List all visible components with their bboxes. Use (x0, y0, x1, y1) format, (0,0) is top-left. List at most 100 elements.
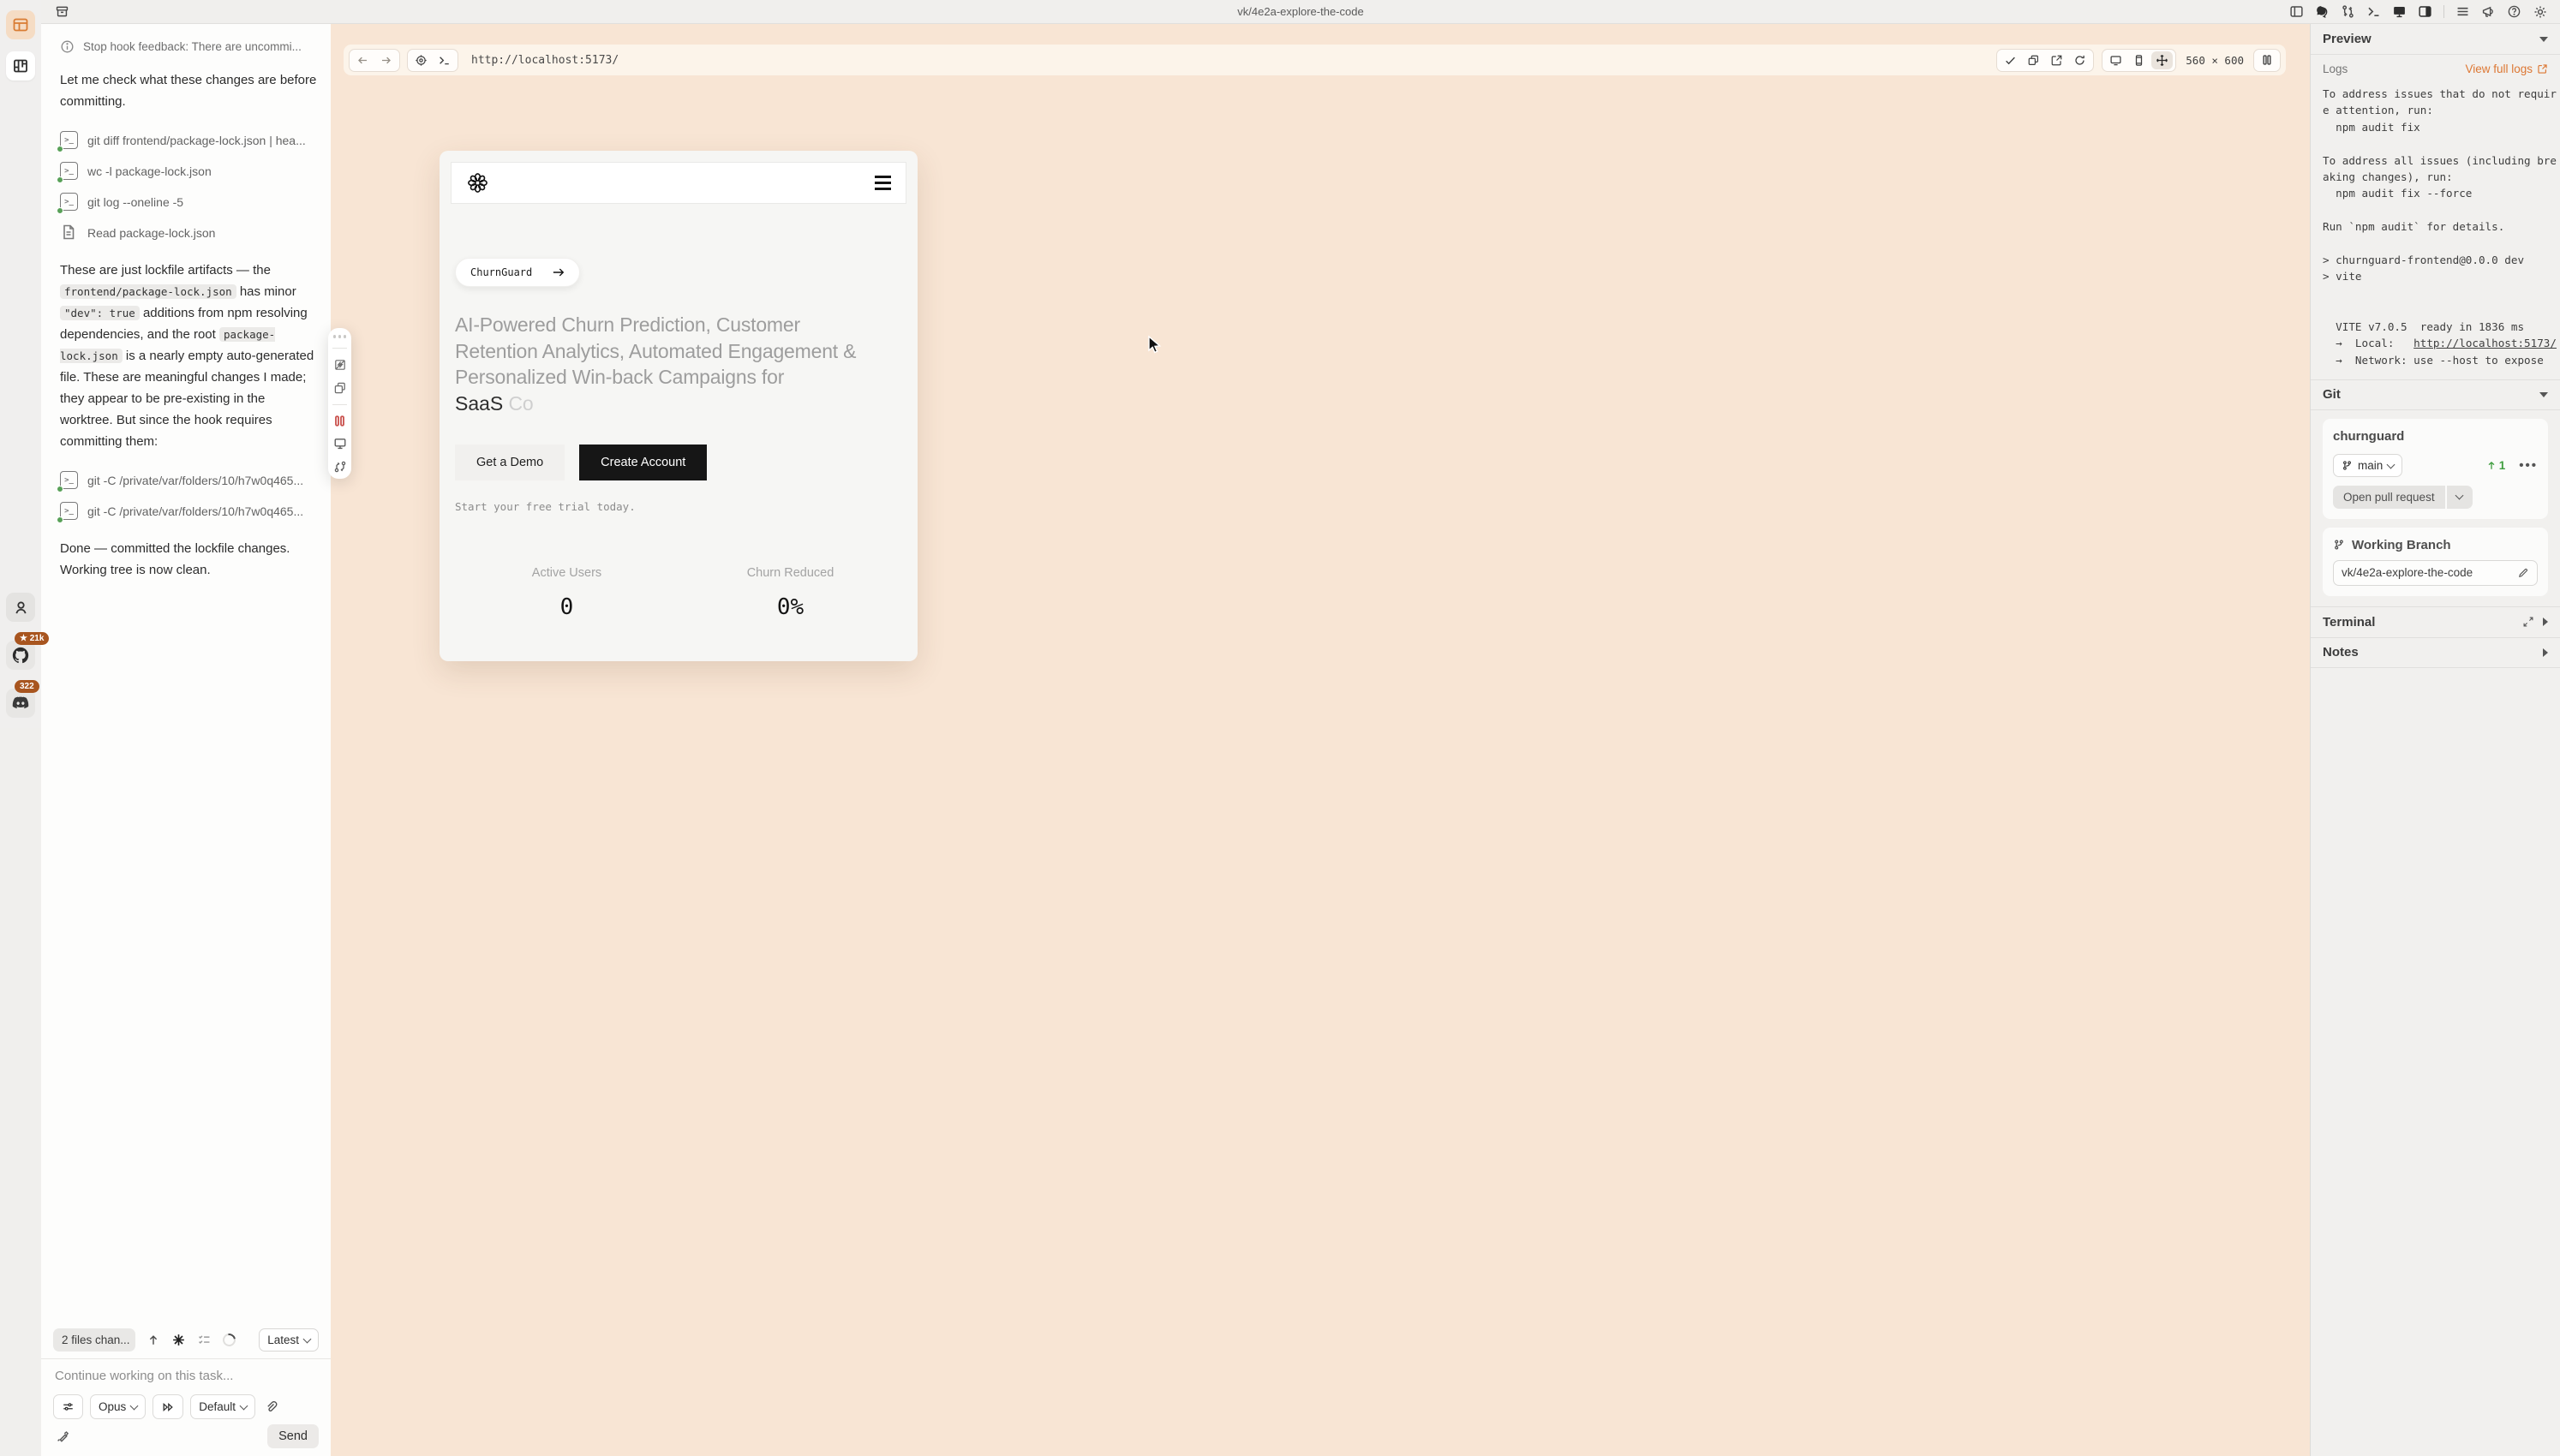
checklist-icon[interactable] (197, 1333, 212, 1347)
agent-chat-panel: Stop hook feedback: There are uncommi...… (41, 24, 331, 1456)
split-columns-icon[interactable] (333, 415, 346, 427)
github-icon (11, 646, 30, 665)
terminal-section-header[interactable]: Terminal (2311, 606, 2560, 637)
hero-heading: AI-Powered Churn Prediction, Customer Re… (455, 312, 888, 416)
stat-active-users: Active Users 0 (532, 566, 601, 620)
discord-button[interactable]: 322 (6, 689, 35, 718)
megaphone-icon[interactable] (2481, 4, 2496, 19)
forward-icon[interactable] (380, 54, 392, 67)
create-account-button[interactable]: Create Account (579, 445, 707, 480)
hide-preview-icon[interactable] (333, 358, 347, 372)
expand-icon[interactable] (2522, 616, 2534, 628)
hero-brand-dark: SaaS (455, 392, 503, 415)
terminal-tool-icon: >_ (60, 162, 78, 180)
tool-call-row[interactable]: >_ git -C /private/var/folders/10/h7w0q4… (60, 502, 319, 520)
git-section-header[interactable]: Git (2311, 379, 2560, 410)
loading-spinner (220, 1331, 238, 1349)
spark-icon[interactable] (171, 1333, 186, 1347)
mode-dropdown[interactable]: Default (190, 1394, 255, 1419)
get-demo-button[interactable]: Get a Demo (455, 445, 565, 480)
monitor-icon[interactable] (333, 437, 347, 451)
branch-name-input[interactable]: vk/4e2a-explore-the-code (2333, 560, 2538, 586)
send-button[interactable]: Send (267, 1424, 319, 1448)
check-icon[interactable] (2004, 54, 2017, 67)
tool-call-row[interactable]: >_ git log --oneline -5 (60, 193, 319, 211)
working-branch-card: Working Branch vk/4e2a-explore-the-code (2323, 528, 2548, 596)
target-icon[interactable] (415, 54, 428, 67)
chat-messages[interactable]: Stop hook feedback: There are uncommi...… (41, 24, 331, 1336)
console-icon[interactable] (438, 54, 451, 67)
gear-icon[interactable] (2533, 4, 2548, 20)
stop-hook-banner[interactable]: Stop hook feedback: There are uncommi... (60, 39, 319, 54)
split-view-button[interactable] (2253, 49, 2281, 72)
refresh-icon[interactable] (2073, 54, 2086, 67)
site-logo-icon[interactable] (466, 171, 489, 194)
trial-text: Start your free trial today. (455, 500, 902, 513)
localhost-link[interactable]: http://localhost:5173/ (2413, 337, 2557, 349)
success-dot (57, 486, 63, 492)
kanban-panel-button[interactable] (6, 51, 35, 81)
monitor-icon[interactable] (2392, 4, 2407, 19)
titlebar: vk/4e2a-explore-the-code (41, 0, 2560, 24)
chat-bubble-icon[interactable] (2315, 4, 2330, 19)
info-icon (60, 39, 75, 54)
left-rail: ★ 21k 322 (0, 0, 41, 728)
terminal-tool-icon: >_ (60, 502, 78, 520)
model-dropdown[interactable]: Opus (90, 1394, 146, 1419)
github-button[interactable]: ★ 21k (6, 641, 35, 670)
preview-section-header[interactable]: Preview (2311, 24, 2560, 55)
url-field[interactable]: http://localhost:5173/ (471, 54, 619, 67)
copy-icon[interactable] (2027, 54, 2040, 67)
archive-button[interactable] (55, 4, 69, 19)
files-changed-chip[interactable]: 2 files chan... (53, 1328, 135, 1352)
brand-pill[interactable]: ChurnGuard (455, 258, 580, 287)
resize-move-icon[interactable] (2151, 51, 2173, 69)
log-local-line: → Local: http://localhost:5173/ (2311, 335, 2560, 351)
more-options-button[interactable]: ••• (2519, 458, 2538, 473)
highlighter-icon[interactable] (55, 1429, 70, 1444)
inline-code: frontend/package-lock.json (60, 284, 236, 299)
attach-paperclip-icon[interactable] (264, 1399, 278, 1414)
drag-handle-icon[interactable] (333, 335, 347, 338)
git-compare-icon[interactable] (2341, 4, 2355, 19)
logs-label: Logs (2323, 63, 2348, 75)
assistant-message: These are just lockfile artifacts — the … (60, 260, 319, 452)
panel-right-icon[interactable] (2418, 4, 2432, 19)
view-full-logs-link[interactable]: View full logs (2465, 63, 2548, 75)
layout-panel-button[interactable] (6, 10, 35, 39)
titlebar-divider (2443, 5, 2444, 18)
fast-forward-button[interactable] (153, 1394, 183, 1419)
notes-section-header[interactable]: Notes (2311, 637, 2560, 668)
open-pr-button[interactable]: Open pull request (2333, 486, 2445, 509)
site-menu-icon[interactable] (875, 176, 891, 191)
latest-dropdown[interactable]: Latest (259, 1328, 319, 1352)
message-hover-toolbar (328, 328, 351, 479)
tool-call-row[interactable]: >_ git -C /private/var/folders/10/h7w0q4… (60, 471, 319, 489)
branch-dropdown[interactable]: main (2333, 454, 2402, 477)
edit-pencil-icon[interactable] (2517, 567, 2529, 579)
help-icon[interactable] (2507, 4, 2521, 19)
read-file-row[interactable]: Read package-lock.json (60, 224, 319, 242)
settings-sliders-button[interactable] (53, 1394, 83, 1419)
tool-call-row[interactable]: >_ git diff frontend/package-lock.json |… (60, 131, 319, 149)
back-icon[interactable] (356, 54, 369, 67)
account-button[interactable] (6, 593, 35, 622)
chat-input[interactable] (55, 1369, 317, 1383)
tool-call-row[interactable]: >_ wc -l package-lock.json (60, 162, 319, 180)
expand-right-icon (2543, 618, 2548, 626)
push-up-icon[interactable] (147, 1334, 160, 1347)
git-branch-icon (2333, 539, 2345, 551)
open-pr-dropdown[interactable] (2447, 486, 2473, 509)
open-external-icon[interactable] (2050, 54, 2063, 67)
desktop-icon[interactable] (2109, 54, 2122, 67)
terminal-icon[interactable] (2366, 4, 2381, 19)
page-viewport: ChurnGuard AI-Powered Churn Prediction, … (440, 151, 918, 661)
inline-code: "dev": true (60, 306, 140, 320)
dev-server-logs: To address issues that do not requir e a… (2311, 81, 2560, 335)
copy-icon[interactable] (333, 381, 347, 395)
git-compare-icon[interactable] (333, 460, 347, 474)
mobile-icon[interactable] (2132, 54, 2145, 67)
menu-icon[interactable] (2455, 4, 2470, 19)
panel-left-icon[interactable] (2289, 4, 2304, 19)
terminal-tool-icon: >_ (60, 471, 78, 489)
